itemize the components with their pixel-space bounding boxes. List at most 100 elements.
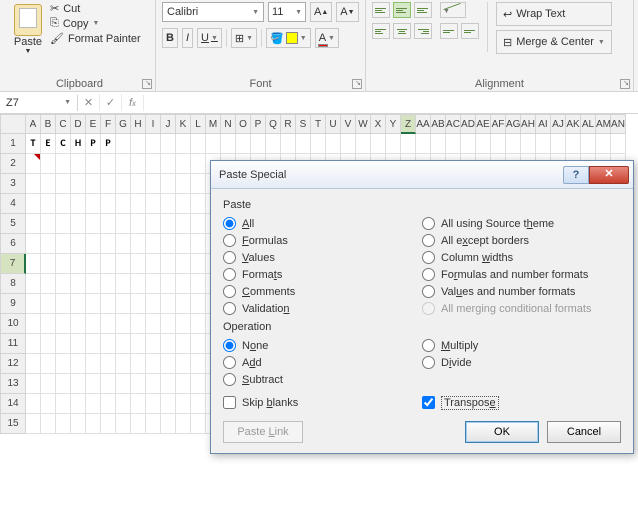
cell[interactable] — [26, 354, 41, 374]
cell[interactable] — [26, 154, 41, 174]
radio-valnum[interactable]: Values and number formats — [422, 283, 621, 300]
radio-input[interactable] — [223, 234, 236, 247]
row-header[interactable]: 4 — [0, 194, 26, 214]
radio-input[interactable] — [422, 234, 435, 247]
cell[interactable] — [161, 234, 176, 254]
column-header[interactable]: AJ — [551, 114, 566, 134]
radio-input[interactable] — [422, 217, 435, 230]
cell[interactable] — [41, 254, 56, 274]
cell[interactable] — [176, 334, 191, 354]
cell[interactable] — [131, 214, 146, 234]
fill-color-button[interactable]: 🪣▼ — [266, 28, 311, 48]
cell[interactable] — [161, 294, 176, 314]
row-header[interactable]: 14 — [0, 394, 26, 414]
row-header[interactable]: 2 — [0, 154, 26, 174]
dialog-titlebar[interactable]: Paste Special ? ✕ — [211, 161, 633, 189]
cell[interactable]: T — [26, 134, 41, 154]
radio-none[interactable]: None — [223, 337, 422, 354]
cell[interactable] — [101, 154, 116, 174]
cell[interactable] — [131, 234, 146, 254]
cell[interactable] — [71, 214, 86, 234]
cell[interactable] — [341, 134, 356, 154]
cell[interactable] — [461, 134, 476, 154]
cell[interactable] — [101, 194, 116, 214]
radio-input[interactable] — [223, 268, 236, 281]
paste-button[interactable]: Paste ▼ — [10, 2, 46, 77]
cell[interactable] — [131, 254, 146, 274]
align-left-button[interactable] — [372, 23, 390, 39]
align-bottom-button[interactable] — [414, 2, 432, 18]
cell[interactable] — [266, 134, 281, 154]
cell[interactable] — [191, 414, 206, 434]
cell[interactable] — [71, 174, 86, 194]
cell[interactable] — [146, 334, 161, 354]
radio-input[interactable] — [223, 251, 236, 264]
column-header[interactable]: S — [296, 114, 311, 134]
align-top-button[interactable] — [372, 2, 390, 18]
cell[interactable] — [101, 394, 116, 414]
column-header[interactable]: K — [176, 114, 191, 134]
cell[interactable]: H — [71, 134, 86, 154]
cell[interactable] — [191, 294, 206, 314]
cell[interactable] — [71, 414, 86, 434]
cell[interactable] — [131, 314, 146, 334]
align-center-button[interactable] — [393, 23, 411, 39]
cell[interactable] — [161, 154, 176, 174]
cell[interactable] — [146, 194, 161, 214]
column-header[interactable]: N — [221, 114, 236, 134]
radio-values[interactable]: Values — [223, 249, 422, 266]
cell[interactable] — [161, 194, 176, 214]
chevron-down-icon[interactable]: ▼ — [252, 9, 259, 16]
cell[interactable] — [41, 374, 56, 394]
orientation-button[interactable]: ▼ — [440, 2, 466, 18]
cell[interactable] — [161, 354, 176, 374]
cell[interactable] — [26, 394, 41, 414]
cell[interactable] — [26, 314, 41, 334]
cell[interactable] — [86, 314, 101, 334]
select-all-corner[interactable] — [0, 114, 26, 134]
column-header[interactable]: P — [251, 114, 266, 134]
cell[interactable] — [116, 234, 131, 254]
row-header[interactable]: 11 — [0, 334, 26, 354]
cell[interactable] — [131, 294, 146, 314]
column-header[interactable]: J — [161, 114, 176, 134]
cell[interactable] — [236, 134, 251, 154]
column-header[interactable]: C — [56, 114, 71, 134]
cell[interactable] — [251, 134, 266, 154]
cell[interactable] — [101, 294, 116, 314]
cell[interactable] — [176, 214, 191, 234]
copy-button[interactable]: ⎘Copy▼ — [50, 17, 141, 30]
cell[interactable] — [26, 214, 41, 234]
cell[interactable] — [191, 374, 206, 394]
cell[interactable] — [116, 194, 131, 214]
cell[interactable] — [161, 174, 176, 194]
cell[interactable] — [536, 134, 551, 154]
cell[interactable] — [116, 154, 131, 174]
cell[interactable] — [101, 334, 116, 354]
cell[interactable] — [86, 194, 101, 214]
cell[interactable] — [191, 254, 206, 274]
cell[interactable] — [146, 174, 161, 194]
cell[interactable] — [146, 134, 161, 154]
column-header[interactable]: AD — [461, 114, 476, 134]
column-header[interactable]: F — [101, 114, 116, 134]
dialog-launcher-icon[interactable]: ↘ — [352, 79, 362, 89]
column-header[interactable]: B — [41, 114, 56, 134]
increase-indent-button[interactable] — [461, 23, 479, 39]
dialog-launcher-icon[interactable]: ↘ — [142, 79, 152, 89]
column-header[interactable]: AA — [416, 114, 431, 134]
cell[interactable] — [131, 414, 146, 434]
cell[interactable] — [176, 254, 191, 274]
cell[interactable] — [161, 314, 176, 334]
chevron-down-icon[interactable]: ▼ — [64, 99, 71, 106]
cell[interactable] — [26, 194, 41, 214]
radio-noborders[interactable]: All except borders — [422, 232, 621, 249]
cell[interactable] — [146, 314, 161, 334]
column-header[interactable]: G — [116, 114, 131, 134]
cell[interactable] — [176, 294, 191, 314]
radio-input[interactable] — [422, 285, 435, 298]
cell[interactable] — [86, 354, 101, 374]
row-header[interactable]: 10 — [0, 314, 26, 334]
cell[interactable] — [56, 414, 71, 434]
column-header[interactable]: AB — [431, 114, 446, 134]
